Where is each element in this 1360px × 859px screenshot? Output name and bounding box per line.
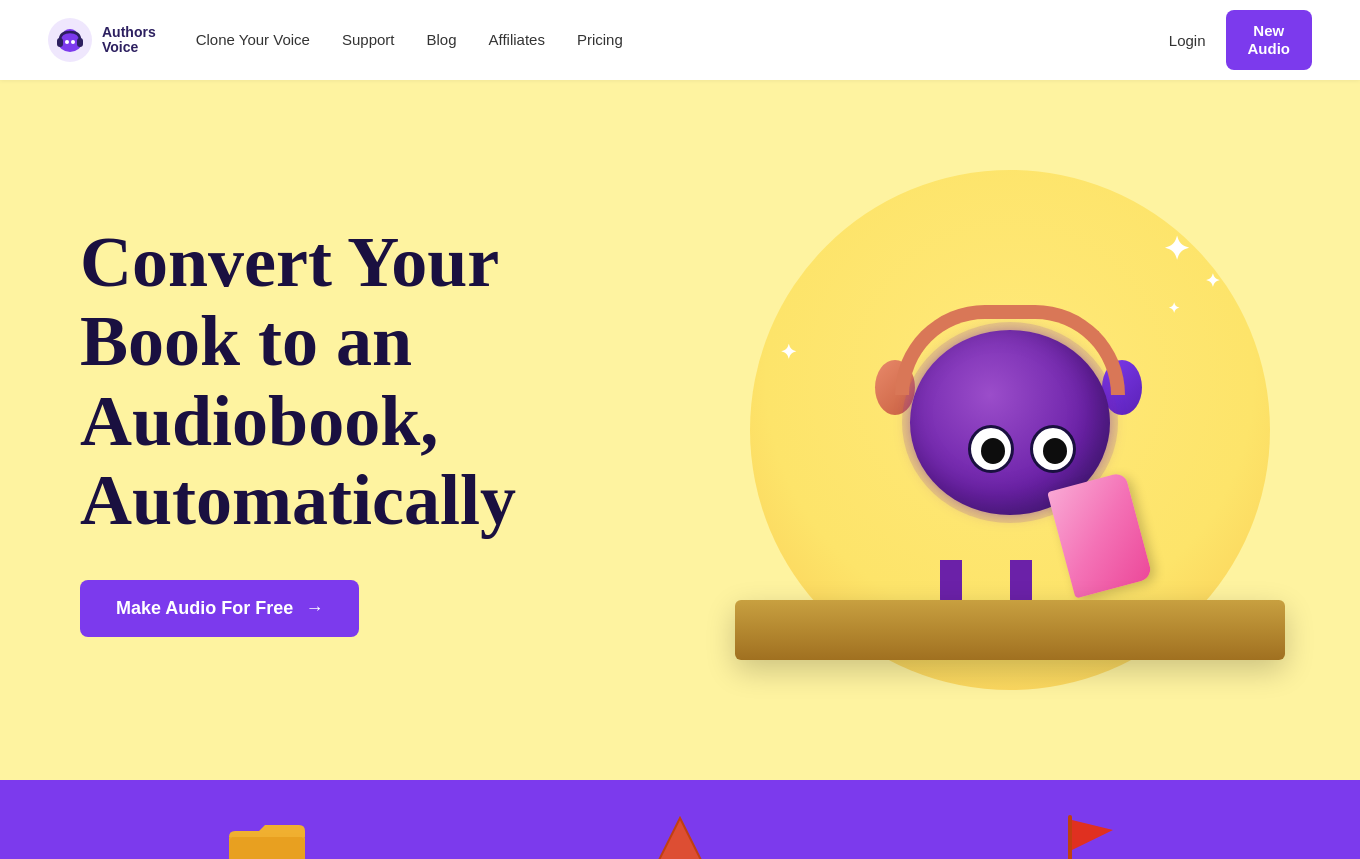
monster-illustration [870, 300, 1150, 600]
logo-link[interactable]: Authors Voice [48, 18, 156, 62]
monster-eye-left [968, 425, 1014, 473]
headphone-band [895, 305, 1125, 395]
svg-rect-3 [57, 38, 63, 47]
nav-item-clone: Clone Your Voice [196, 31, 310, 49]
sparkle-icon-3: ✦ [1168, 300, 1180, 317]
svg-point-5 [65, 40, 69, 44]
bottom-item-2 [640, 810, 720, 859]
nav-item-affiliates: Affiliates [489, 31, 545, 49]
monster-book [1047, 472, 1153, 599]
svg-point-6 [71, 40, 75, 44]
nav-item-pricing: Pricing [577, 31, 623, 49]
navbar: Authors Voice Clone Your Voice Support B… [0, 0, 1360, 80]
nav-link-pricing[interactable]: Pricing [577, 31, 623, 48]
nav-right: Login NewAudio [1169, 10, 1312, 70]
folder-icon [227, 810, 307, 859]
new-audio-button[interactable]: NewAudio [1226, 10, 1313, 70]
monster-eye-right [1030, 425, 1076, 473]
bottom-section [0, 780, 1360, 859]
svg-rect-12 [1068, 815, 1072, 859]
nav-link-blog[interactable]: Blog [426, 31, 456, 48]
nav-item-blog: Blog [426, 31, 456, 49]
hero-left: Convert Your Book to an Audiobook, Autom… [80, 223, 740, 637]
hero-right: ✦ ✦ ✦ ✦ [740, 170, 1280, 690]
bottom-item-3 [1053, 810, 1133, 859]
monster-platform [735, 600, 1285, 660]
svg-marker-13 [1072, 820, 1113, 850]
nav-links: Clone Your Voice Support Blog Affiliates… [196, 31, 623, 49]
make-audio-button[interactable]: Make Audio For Free → [80, 580, 359, 637]
hero-section: Convert Your Book to an Audiobook, Autom… [0, 80, 1360, 780]
nav-item-support: Support [342, 31, 395, 49]
cta-arrow-icon: → [305, 598, 323, 619]
hero-title: Convert Your Book to an Audiobook, Autom… [80, 223, 740, 540]
hero-circle: ✦ ✦ ✦ ✦ [750, 170, 1270, 690]
sparkle-icon-4: ✦ [780, 340, 797, 364]
logo-icon [48, 18, 92, 62]
flag-icon [1053, 810, 1133, 859]
angle-icon [640, 810, 720, 859]
nav-link-clone[interactable]: Clone Your Voice [196, 31, 310, 48]
nav-link-support[interactable]: Support [342, 31, 395, 48]
nav-link-affiliates[interactable]: Affiliates [489, 31, 545, 48]
svg-marker-10 [650, 818, 710, 860]
sparkle-icon-2: ✦ [1205, 270, 1220, 292]
bottom-item-1 [227, 810, 307, 859]
svg-rect-4 [77, 38, 83, 47]
logo-text: Authors Voice [102, 25, 156, 56]
login-button[interactable]: Login [1169, 32, 1206, 49]
sparkle-icon-1: ✦ [1163, 230, 1190, 268]
svg-rect-9 [229, 837, 305, 859]
